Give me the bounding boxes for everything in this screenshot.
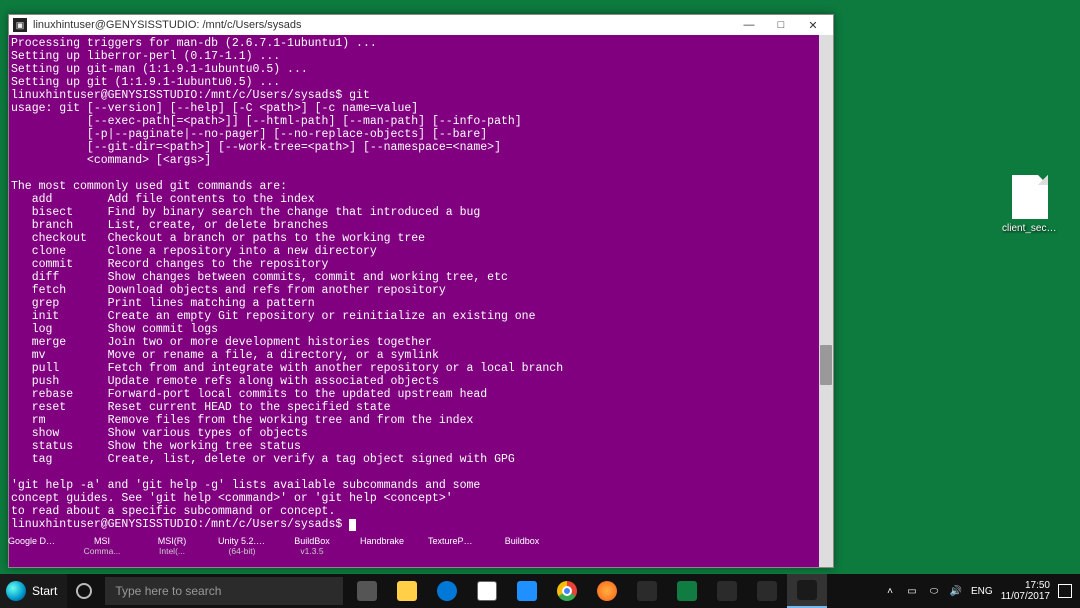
app-button-3[interactable] bbox=[747, 574, 787, 608]
excel-icon bbox=[677, 581, 697, 601]
app-button-2[interactable] bbox=[707, 574, 747, 608]
maximize-button[interactable]: □ bbox=[765, 16, 797, 34]
cursor-icon bbox=[349, 519, 356, 531]
taskbar-pinned bbox=[347, 574, 827, 608]
tray-language[interactable]: ENG bbox=[971, 584, 993, 598]
store-icon bbox=[477, 581, 497, 601]
tray-chevron-button[interactable]: ˄ bbox=[883, 584, 897, 598]
tray-time: 17:50 bbox=[1001, 580, 1050, 591]
app-icon bbox=[637, 581, 657, 601]
scrollbar[interactable] bbox=[819, 35, 833, 567]
desktop-shortcut[interactable]: Unity 5.2.0f3(64-bit) bbox=[218, 536, 266, 556]
scrollbar-thumb[interactable] bbox=[820, 345, 832, 385]
shortcut-label: Google Docs bbox=[8, 536, 56, 546]
terminal-window: ▣ linuxhintuser@GENYSISSTUDIO: /mnt/c/Us… bbox=[8, 14, 834, 568]
start-orb-icon bbox=[6, 581, 26, 601]
minimize-button[interactable]: — bbox=[733, 16, 765, 34]
desktop-shortcut[interactable]: MSI(R)Intel(... bbox=[148, 536, 196, 556]
tray-network-icon[interactable]: ⬭ bbox=[927, 584, 941, 598]
shortcut-sublabel: Comma... bbox=[78, 546, 126, 556]
close-button[interactable]: ✕ bbox=[797, 16, 829, 34]
desktop-shortcut[interactable]: MSIComma... bbox=[78, 536, 126, 556]
taskbar: Start Type here to search ˄ ▭ ⬭ 🔊 ENG 17… bbox=[0, 574, 1080, 608]
action-center-button[interactable] bbox=[1058, 584, 1072, 598]
cortana-button[interactable] bbox=[67, 574, 101, 608]
chrome-button[interactable] bbox=[547, 574, 587, 608]
desktop-shortcut[interactable]: Buildbox bbox=[498, 536, 546, 546]
desktop-shortcut[interactable]: TexturePac... bbox=[428, 536, 476, 546]
chrome-icon bbox=[557, 581, 577, 601]
app-icon bbox=[717, 581, 737, 601]
shortcut-sublabel: v1.3.5 bbox=[288, 546, 336, 556]
app-icon bbox=[757, 581, 777, 601]
terminal-body[interactable]: Processing triggers for man-db (2.6.7.1-… bbox=[9, 35, 833, 567]
desktop-file-label: client_secre... bbox=[1002, 223, 1058, 234]
mail-icon bbox=[517, 581, 537, 601]
desktop-shortcut[interactable]: BuildBoxv1.3.5 bbox=[288, 536, 336, 556]
firefox-icon bbox=[597, 581, 617, 601]
edge-button[interactable] bbox=[427, 574, 467, 608]
excel-button[interactable] bbox=[667, 574, 707, 608]
tray-date: 11/07/2017 bbox=[1001, 591, 1050, 602]
app-button-1[interactable] bbox=[627, 574, 667, 608]
terminal-taskbar-button[interactable] bbox=[787, 574, 827, 608]
terminal-icon: ▣ bbox=[13, 18, 27, 32]
shortcut-label: MSI(R) bbox=[148, 536, 196, 546]
file-explorer-button[interactable] bbox=[387, 574, 427, 608]
start-button[interactable]: Start bbox=[0, 574, 67, 608]
firefox-button[interactable] bbox=[587, 574, 627, 608]
window-title: linuxhintuser@GENYSISSTUDIO: /mnt/c/User… bbox=[33, 19, 733, 31]
titlebar[interactable]: ▣ linuxhintuser@GENYSISSTUDIO: /mnt/c/Us… bbox=[9, 15, 833, 35]
start-label: Start bbox=[32, 584, 57, 598]
window-controls: — □ ✕ bbox=[733, 16, 829, 34]
shortcut-label: BuildBox bbox=[288, 536, 336, 546]
shortcut-label: MSI bbox=[78, 536, 126, 546]
search-input[interactable]: Type here to search bbox=[105, 577, 343, 605]
desktop-shortcut[interactable]: Google Docs bbox=[8, 536, 56, 546]
tray-battery-icon[interactable]: ▭ bbox=[905, 584, 919, 598]
shortcut-label: Buildbox bbox=[498, 536, 546, 546]
edge-icon bbox=[437, 581, 457, 601]
shortcut-label: TexturePac... bbox=[428, 536, 476, 546]
desktop-shortcut[interactable]: Handbrake bbox=[358, 536, 406, 546]
tray-volume-icon[interactable]: 🔊 bbox=[949, 584, 963, 598]
terminal-prompt: linuxhintuser@GENYSISSTUDIO:/mnt/c/Users… bbox=[11, 518, 349, 531]
store-button[interactable] bbox=[467, 574, 507, 608]
desktop-file-client-secret[interactable]: client_secre... bbox=[1002, 175, 1058, 234]
task-view-button[interactable] bbox=[347, 574, 387, 608]
desktop-shortcut-row: Google Docs MSIComma... MSI(R)Intel(... Uni… bbox=[8, 536, 546, 570]
taskview-icon bbox=[357, 581, 377, 601]
tray-clock[interactable]: 17:50 11/07/2017 bbox=[1001, 580, 1050, 602]
shortcut-sublabel: (64-bit) bbox=[218, 546, 266, 556]
terminal-icon bbox=[797, 580, 817, 600]
folder-icon bbox=[397, 581, 417, 601]
cortana-ring-icon bbox=[76, 583, 92, 599]
file-icon bbox=[1012, 175, 1048, 219]
system-tray: ˄ ▭ ⬭ 🔊 ENG 17:50 11/07/2017 bbox=[875, 574, 1080, 608]
shortcut-label: Unity 5.2.0f3 bbox=[218, 536, 266, 546]
search-placeholder: Type here to search bbox=[115, 584, 221, 598]
shortcut-label: Handbrake bbox=[358, 536, 406, 546]
mail-button[interactable] bbox=[507, 574, 547, 608]
shortcut-sublabel: Intel(... bbox=[148, 546, 196, 556]
